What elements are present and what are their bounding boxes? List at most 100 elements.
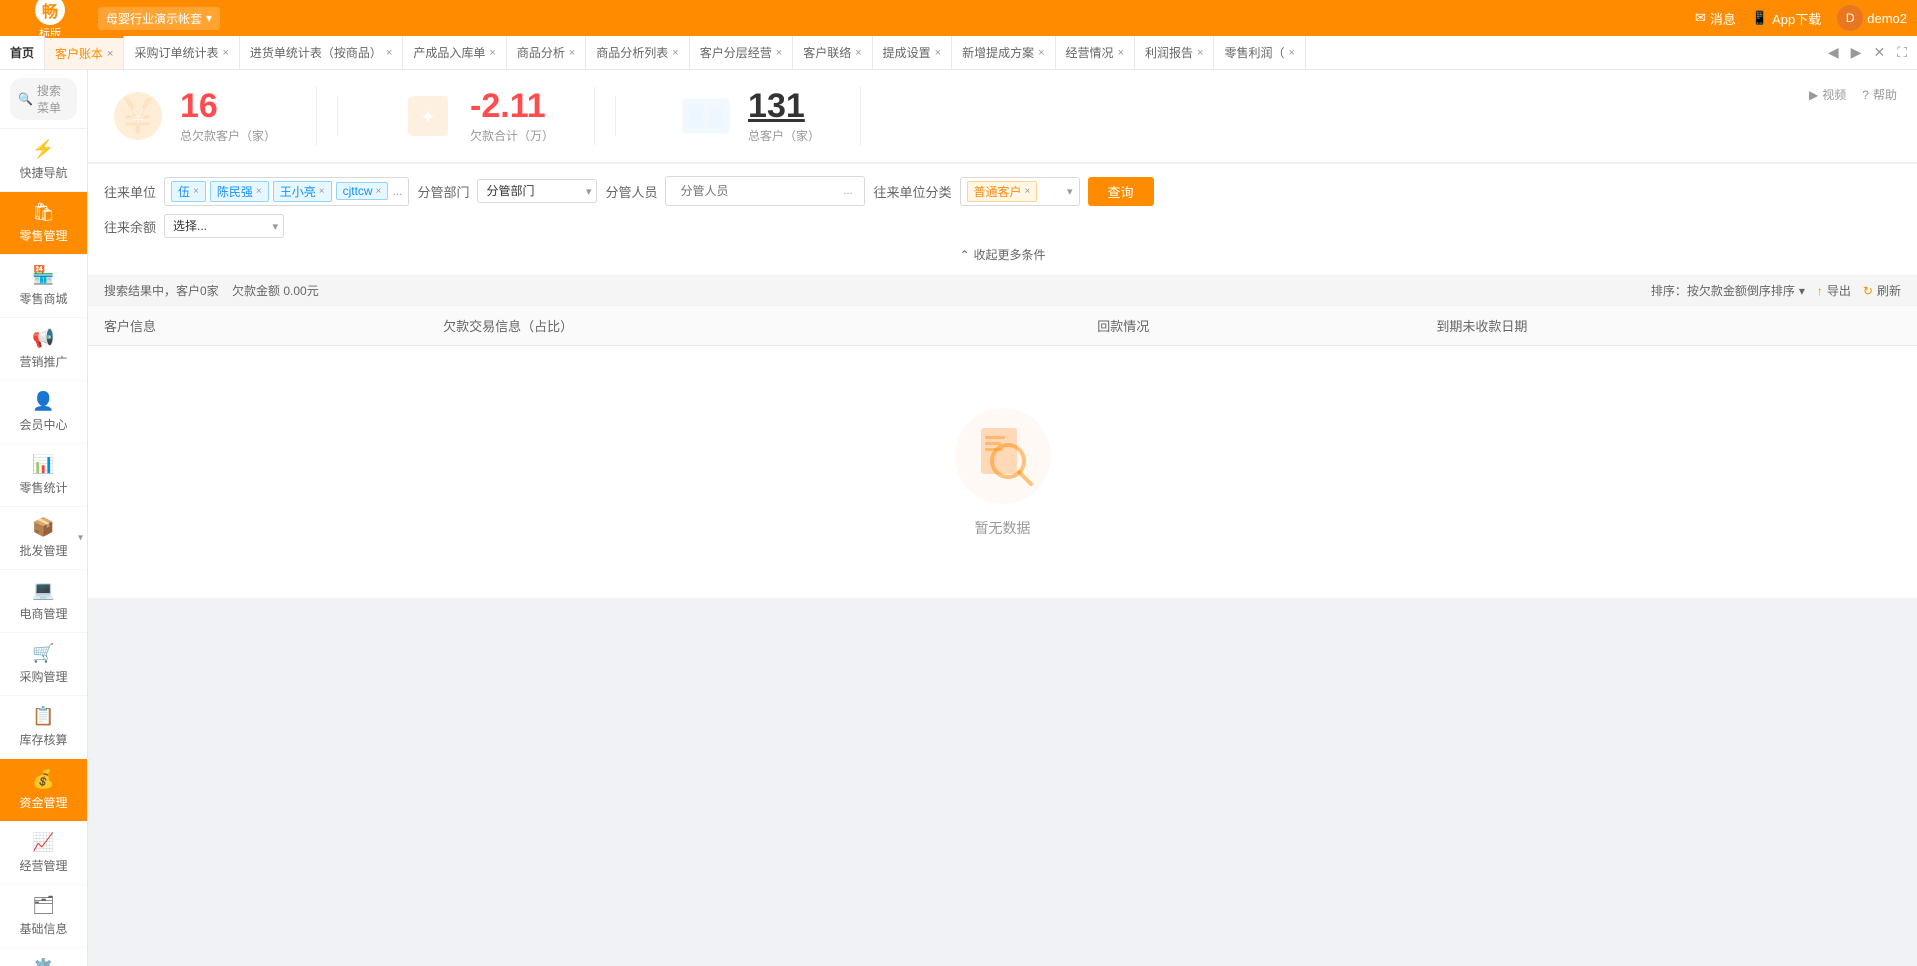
tab-proposal-settings[interactable]: 提成设置 × — [873, 36, 952, 70]
sidebar-item-retail-stats[interactable]: 📊 零售统计 — [0, 444, 87, 507]
tab-goods-analysis-close[interactable]: × — [569, 47, 575, 59]
tab-retail-profit[interactable]: 零售利润（ × — [1214, 36, 1305, 70]
tab-customer-seg[interactable]: 客户分层经营 × — [690, 36, 793, 70]
filter-tag-1-close[interactable]: × — [193, 186, 199, 197]
remainder-select[interactable]: 选择... — [164, 214, 284, 238]
sidebar-item-purchase-mgmt[interactable]: 🛒 采购管理 — [0, 633, 87, 696]
filter-tag-3-close[interactable]: × — [319, 186, 325, 197]
filter-tag-2-close[interactable]: × — [256, 186, 262, 197]
sidebar-item-retail-mgmt[interactable]: 🛍 零售管理 — [0, 192, 87, 255]
retail-stats-label: 零售统计 — [19, 479, 67, 496]
debt-result-text: 欠款金额 0.00元 — [232, 284, 319, 298]
unit-class-select-wrapper[interactable]: 普通客户 × ▾ — [960, 177, 1080, 206]
sidebar-item-member-center[interactable]: 👤 会员中心 — [0, 381, 87, 444]
collapse-toggle[interactable]: ⌃ 收起更多条件 — [104, 246, 1901, 263]
tab-goods-analysis[interactable]: 商品分析 × — [507, 36, 586, 70]
tab-retail-profit-close[interactable]: × — [1288, 47, 1294, 59]
video-help-btn[interactable]: ▶ 视频 — [1809, 86, 1846, 103]
sort-select[interactable]: 排序：按欠款金额倒序排序 ▾ — [1651, 282, 1805, 299]
tab-purchase-order[interactable]: 采购订单统计表 × — [124, 36, 239, 70]
account-selector[interactable]: 母婴行业演示帐套 ▾ — [98, 7, 220, 30]
tab-product-in[interactable]: 产成品入库单 × — [403, 36, 506, 70]
message-btn[interactable]: ✉ 消息 — [1695, 9, 1736, 28]
dept-select[interactable]: 分管部门 — [477, 179, 597, 203]
tab-goods-analysis-list-close[interactable]: × — [672, 47, 678, 59]
manager-more-btn[interactable]: ... — [843, 185, 852, 197]
export-btn[interactable]: ↑ 导出 — [1817, 282, 1851, 299]
stat-debt-value: -2.11 — [470, 89, 554, 123]
filter-tag-1[interactable]: 伍 × — [171, 181, 206, 202]
tab-customers[interactable]: 客户账本 × — [45, 36, 124, 70]
sidebar-item-marketing[interactable]: 📢 营销推广 — [0, 318, 87, 381]
more-tags-btn[interactable]: ... — [392, 184, 402, 198]
collapse-arrow: ⌃ — [959, 248, 969, 262]
filter-tag-3[interactable]: 王小亮 × — [273, 181, 332, 202]
sidebar-item-ecommerce-mgmt[interactable]: 💻 电商管理 — [0, 570, 87, 633]
ecommerce-mgmt-icon: 💻 — [32, 580, 54, 601]
sidebar-search-area: 🔍 搜索菜单 — [0, 70, 87, 129]
manager-input[interactable] — [672, 180, 843, 202]
sidebar-item-retail-mall[interactable]: 🏪 零售商城 — [0, 255, 87, 318]
nav-tab-controls: ◀ ▶ ✕ ⛶ — [1818, 42, 1917, 63]
remainder-filter-label: 往来余额 — [104, 217, 156, 236]
col-overdue-date: 到期未收款日期 — [1420, 306, 1917, 346]
filter-tag-4[interactable]: cjttcw × — [336, 182, 389, 200]
tab-customers-close[interactable]: × — [107, 48, 113, 60]
export-label: 导出 — [1827, 282, 1851, 299]
tab-product-in-close[interactable]: × — [489, 47, 495, 59]
dept-select-wrapper[interactable]: 分管部门 — [477, 179, 597, 203]
tab-goods-analysis-list[interactable]: 商品分析列表 × — [586, 36, 689, 70]
svg-text:¥: ¥ — [131, 106, 144, 128]
filter-tag-2[interactable]: 陈民强 × — [210, 181, 269, 202]
quick-nav-icon: ⚡ — [32, 139, 54, 160]
sidebar-item-sys-mgmt[interactable]: ⚙️ 系统管理 — [0, 948, 87, 966]
remainder-select-wrapper[interactable]: 选择... — [164, 214, 284, 238]
tab-import-stats[interactable]: 进货单统计表（按商品） × — [240, 36, 403, 70]
tab-profit-report[interactable]: 利润报告 × — [1135, 36, 1214, 70]
sidebar-item-quick-nav[interactable]: ⚡ 快捷导航 — [0, 129, 87, 192]
query-button[interactable]: 查询 — [1088, 177, 1154, 206]
help-btn[interactable]: ? 帮助 — [1862, 86, 1897, 103]
unit-filter-tags[interactable]: 伍 × 陈民强 × 王小亮 × cjttcw × — [164, 177, 409, 206]
refresh-btn[interactable]: ↻ 刷新 — [1863, 282, 1901, 299]
filter-tag-3-text: 王小亮 — [280, 183, 316, 200]
tab-new-proposal[interactable]: 新增提成方案 × — [952, 36, 1055, 70]
tab-profit-report-close[interactable]: × — [1197, 47, 1203, 59]
tab-new-proposal-close[interactable]: × — [1038, 47, 1044, 59]
stat-customers-label: 总客户（家） — [748, 127, 820, 144]
tab-product-in-label: 产成品入库单 — [413, 44, 485, 61]
nav-expand-btn[interactable]: ⛶ — [1893, 42, 1911, 63]
tab-customer-seg-close[interactable]: × — [776, 47, 782, 59]
nav-prev-btn[interactable]: ◀ — [1824, 42, 1843, 63]
sidebar-item-basic-info[interactable]: 🗂 基础信息 — [0, 885, 87, 948]
nav-next-btn[interactable]: ▶ — [1847, 42, 1866, 63]
sidebar-search-box[interactable]: 🔍 搜索菜单 — [10, 78, 77, 120]
unit-class-tag-close[interactable]: × — [1025, 186, 1031, 197]
user-menu[interactable]: D demo2 — [1837, 5, 1907, 31]
nav-close-all-btn[interactable]: ✕ — [1869, 42, 1889, 63]
unit-class-tag[interactable]: 普通客户 × — [967, 181, 1038, 202]
tab-import-stats-close[interactable]: × — [386, 47, 392, 59]
tab-customer-contact[interactable]: 客户联络 × — [793, 36, 872, 70]
sidebar-item-operation-mgmt[interactable]: 📈 经营管理 — [0, 822, 87, 885]
stat-debt-icon: ✦ — [403, 91, 453, 141]
inventory-check-label: 库存核算 — [19, 731, 67, 748]
manager-input-wrapper[interactable]: ... — [665, 176, 865, 206]
tab-purchase-order-close[interactable]: × — [222, 47, 228, 59]
operation-mgmt-label: 经营管理 — [19, 857, 67, 874]
app-download-btn[interactable]: 📱 App下载 — [1752, 9, 1821, 28]
sidebar-item-finance-mgmt[interactable]: 💰 资金管理 — [0, 759, 87, 822]
sidebar-item-inventory-check[interactable]: 📋 库存核算 — [0, 696, 87, 759]
sidebar-item-batch-mgmt[interactable]: 📦 批发管理 — [0, 507, 87, 570]
filter-tag-4-close[interactable]: × — [376, 186, 382, 197]
tab-customer-contact-close[interactable]: × — [855, 47, 861, 59]
top-bar-right: ✉ 消息 📱 App下载 D demo2 — [1695, 5, 1907, 31]
unit-class-tag-text: 普通客户 — [974, 183, 1022, 200]
tab-home-label: 首页 — [10, 44, 34, 61]
tab-proposal-settings-close[interactable]: × — [935, 47, 941, 59]
result-info: 搜索结果中，客户0家 欠款金额 0.00元 — [104, 282, 319, 299]
tab-operation-close[interactable]: × — [1118, 47, 1124, 59]
finance-mgmt-icon: 💰 — [32, 769, 54, 790]
tab-operation[interactable]: 经营情况 × — [1056, 36, 1135, 70]
tab-home[interactable]: 首页 — [0, 36, 45, 70]
